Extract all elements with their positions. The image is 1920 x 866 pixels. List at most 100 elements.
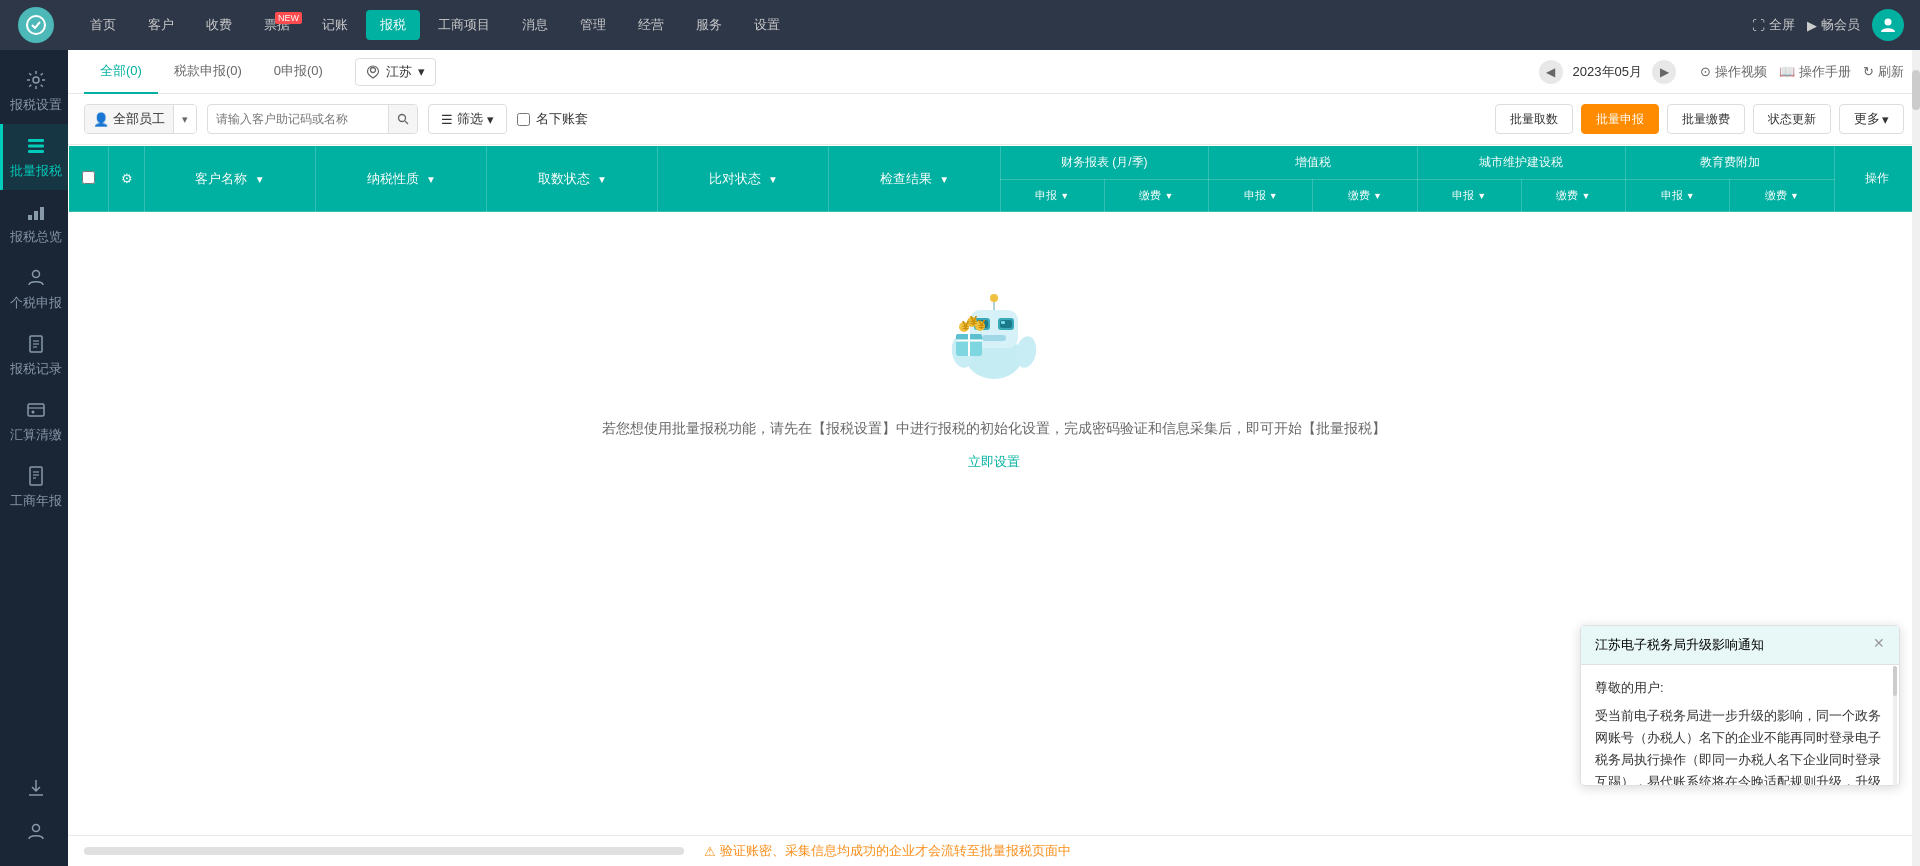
location-icon xyxy=(366,65,380,79)
page-scrollbar[interactable] xyxy=(1912,50,1920,866)
page-scrollbar-thumb xyxy=(1912,70,1920,110)
vat-declare-filter-icon[interactable]: ▼ xyxy=(1269,191,1278,201)
user-avatar[interactable] xyxy=(1872,9,1904,41)
logo-icon xyxy=(18,7,54,43)
account-checkbox-label[interactable]: 名下账套 xyxy=(517,110,588,128)
edu-declare-filter-icon[interactable]: ▼ xyxy=(1686,191,1695,201)
finance-pay-filter-icon[interactable]: ▼ xyxy=(1164,191,1173,201)
nav-customer[interactable]: 客户 xyxy=(134,10,188,40)
status-update-button[interactable]: 状态更新 xyxy=(1753,104,1831,134)
more-button[interactable]: 更多 ▾ xyxy=(1839,104,1904,134)
nav-accounting[interactable]: 记账 xyxy=(308,10,362,40)
city-pay-filter-icon[interactable]: ▼ xyxy=(1581,191,1590,201)
th-settings: ⚙ xyxy=(109,146,145,212)
search-button[interactable] xyxy=(388,105,417,133)
sidebar-download[interactable] xyxy=(17,766,52,810)
app-logo[interactable] xyxy=(16,5,56,45)
sidebar-item-personal-tax[interactable]: 个税申报 xyxy=(0,256,68,322)
data-table: ⚙ 客户名称 ▼ 纳税性质 ▼ 取数状态 xyxy=(68,145,1920,212)
th-compare-status: 比对状态 ▼ xyxy=(658,146,829,212)
th-vat-pay: 缴费 ▼ xyxy=(1313,180,1417,212)
annual-report-icon xyxy=(24,464,48,488)
fetch-status-filter-icon[interactable]: ▼ xyxy=(597,174,607,185)
nav-invoice[interactable]: 票据 NEW xyxy=(250,10,304,40)
nav-message[interactable]: 消息 xyxy=(508,10,562,40)
nav-tax[interactable]: 报税 xyxy=(366,10,420,40)
nav-operation[interactable]: 经营 xyxy=(624,10,678,40)
th-vat: 增值税 xyxy=(1209,146,1418,180)
sidebar-item-tax-summary[interactable]: 报税总览 xyxy=(0,190,68,256)
region-selector[interactable]: 江苏 ▾ xyxy=(355,58,436,86)
operation-video-button[interactable]: ⊙ 操作视频 xyxy=(1700,63,1767,81)
employee-select[interactable]: 👤 全部员工 ▾ xyxy=(84,104,197,134)
tab-zero-declare[interactable]: 0申报(0) xyxy=(258,50,339,94)
svg-point-23 xyxy=(399,115,406,122)
tab-tax-declare[interactable]: 税款申报(0) xyxy=(158,50,258,94)
account-checkbox[interactable] xyxy=(517,113,530,126)
sidebar-item-tax-settings[interactable]: 报税设置 xyxy=(0,58,68,124)
svg-point-21 xyxy=(32,825,39,832)
svg-point-15 xyxy=(31,411,34,414)
nav-menu: 首页 客户 收费 票据 NEW 记账 报税 工商项目 消息 管理 经营 服务 设… xyxy=(76,10,1752,40)
chevron-down-icon: ▾ xyxy=(418,64,425,79)
th-edu-pay: 缴费 ▼ xyxy=(1730,180,1834,212)
sidebar-item-annual-report[interactable]: 工商年报 xyxy=(0,454,68,520)
notification-body: 尊敬的用户: 受当前电子税务局进一步升级的影响，同一个政务网账号（办税人）名下的… xyxy=(1581,665,1899,785)
bottom-bar: ⚠ 验证账密、采集信息均成功的企业才会流转至批量报税页面中 xyxy=(68,835,1920,866)
employee-select-chevron[interactable]: ▾ xyxy=(174,105,196,133)
nav-management[interactable]: 管理 xyxy=(566,10,620,40)
edu-pay-filter-icon[interactable]: ▼ xyxy=(1790,191,1799,201)
notification-close-button[interactable]: ✕ xyxy=(1873,636,1885,650)
th-operation: 操作 xyxy=(1834,146,1919,212)
batch-fetch-button[interactable]: 批量取数 xyxy=(1495,104,1573,134)
tax-nature-filter-icon[interactable]: ▼ xyxy=(426,174,436,185)
svg-text:¥: ¥ xyxy=(970,313,978,328)
prev-month-button[interactable]: ◀ xyxy=(1539,60,1563,84)
gear-icon[interactable]: ⚙ xyxy=(121,171,133,186)
search-input[interactable] xyxy=(208,112,388,126)
nav-settings[interactable]: 设置 xyxy=(740,10,794,40)
horizontal-scrollbar[interactable] xyxy=(84,847,684,855)
fullscreen-icon: ⛶ xyxy=(1752,18,1765,33)
nav-billing[interactable]: 收费 xyxy=(192,10,246,40)
setup-link[interactable]: 立即设置 xyxy=(968,453,1020,471)
filter-button[interactable]: ☰ 筛选 ▾ xyxy=(428,104,507,134)
nav-service[interactable]: 服务 xyxy=(682,10,736,40)
fullscreen-button[interactable]: ⛶ 全屏 xyxy=(1752,16,1795,34)
svg-rect-13 xyxy=(28,404,44,416)
check-result-filter-icon[interactable]: ▼ xyxy=(939,174,949,185)
batch-pay-button[interactable]: 批量缴费 xyxy=(1667,104,1745,134)
finance-declare-filter-icon[interactable]: ▼ xyxy=(1060,191,1069,201)
sidebar-user[interactable] xyxy=(17,810,52,854)
refresh-button[interactable]: ↻ 刷新 xyxy=(1863,63,1904,81)
next-month-button[interactable]: ▶ xyxy=(1652,60,1676,84)
sidebar-item-batch-tax[interactable]: 批量报税 xyxy=(0,124,68,190)
svg-rect-35 xyxy=(982,335,1006,341)
operation-manual-button[interactable]: 📖 操作手册 xyxy=(1779,63,1851,81)
th-checkbox xyxy=(69,146,109,212)
th-tax-nature: 纳税性质 ▼ xyxy=(316,146,487,212)
filter-arrow-icon[interactable]: ▼ xyxy=(255,174,265,185)
search-field[interactable] xyxy=(207,104,418,134)
month-navigator: ◀ 2023年05月 ▶ xyxy=(1539,60,1676,84)
vat-pay-filter-icon[interactable]: ▼ xyxy=(1373,191,1382,201)
batch-declare-button[interactable]: 批量申报 xyxy=(1581,104,1659,134)
nav-business[interactable]: 工商项目 xyxy=(424,10,504,40)
select-all-checkbox[interactable] xyxy=(82,171,95,184)
th-city-pay: 缴费 ▼ xyxy=(1521,180,1625,212)
tab-all[interactable]: 全部(0) xyxy=(84,50,158,94)
member-button[interactable]: ▶ 畅会员 xyxy=(1807,16,1860,34)
tax-summary-icon xyxy=(24,200,48,224)
sidebar-item-tax-record[interactable]: 报税记录 xyxy=(0,322,68,388)
sidebar-item-settlement[interactable]: 汇算清缴 xyxy=(0,388,68,454)
notification-header: 江苏电子税务局升级影响通知 ✕ xyxy=(1581,626,1899,665)
nav-home[interactable]: 首页 xyxy=(76,10,130,40)
city-declare-filter-icon[interactable]: ▼ xyxy=(1477,191,1486,201)
th-fetch-status: 取数状态 ▼ xyxy=(487,146,658,212)
th-finance-report: 财务报表 (月/季) xyxy=(1000,146,1209,180)
more-chevron-icon: ▾ xyxy=(1882,112,1889,127)
scrollbar-thumb xyxy=(1893,666,1897,696)
compare-status-filter-icon[interactable]: ▼ xyxy=(768,174,778,185)
svg-rect-34 xyxy=(1001,321,1005,324)
notification-scrollbar[interactable] xyxy=(1893,666,1897,786)
